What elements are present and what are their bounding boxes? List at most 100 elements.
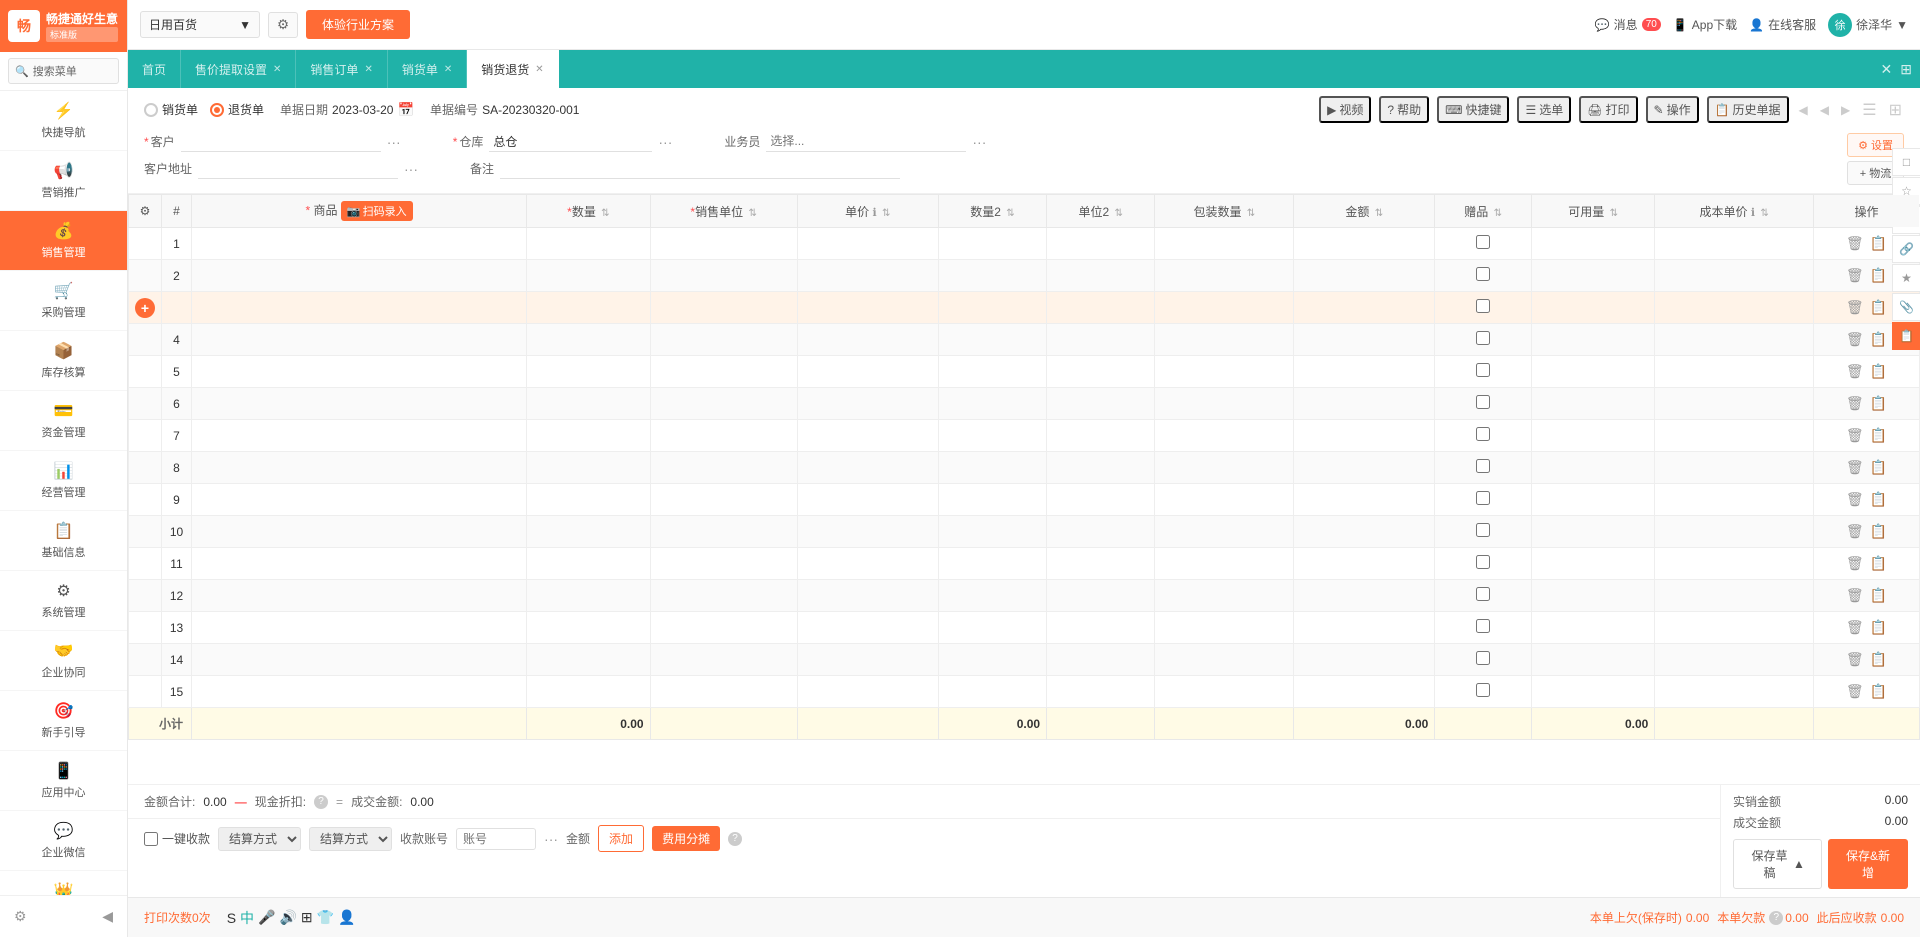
tab-sales-order-close[interactable]: ✕ <box>364 64 372 75</box>
delete-row-7-button[interactable]: 🗑 <box>1846 427 1864 444</box>
product-input-3[interactable] <box>198 300 520 315</box>
delete-row-1-button[interactable]: 🗑 <box>1846 235 1864 252</box>
row-cost-1[interactable] <box>1655 228 1814 260</box>
delete-row-3-button[interactable]: 🗑 <box>1846 299 1864 316</box>
nav-prev[interactable]: ◀ <box>1818 103 1831 117</box>
copy-row-9-button[interactable]: 📋 <box>1870 491 1887 508</box>
row-unit2-2[interactable] <box>1047 260 1155 292</box>
save-new-button[interactable]: 保存&新增 <box>1828 839 1908 889</box>
row-unit2-1[interactable] <box>1047 228 1155 260</box>
copy-row-15-button[interactable]: 📋 <box>1870 683 1887 700</box>
tab-price-extract[interactable]: 售价提取设置 ✕ <box>181 50 296 88</box>
save-draft-button[interactable]: 保存草稿 ▲ <box>1733 839 1822 889</box>
remark-input[interactable] <box>500 158 900 179</box>
qty2-sort-icon[interactable]: ⇅ <box>1006 208 1014 219</box>
warehouse-input[interactable] <box>489 131 652 152</box>
gift-checkbox-2[interactable] <box>1476 267 1490 281</box>
gift-checkbox-3[interactable] <box>1476 299 1490 313</box>
sidebar-item-operations[interactable]: 📊 经营管理 <box>0 451 127 511</box>
unit-sort-icon[interactable]: ⇅ <box>748 208 756 219</box>
right-panel-btn-6[interactable]: 📎 <box>1892 293 1920 321</box>
sidebar-item-wechat[interactable]: 💬 企业微信 <box>0 811 127 871</box>
gift-checkbox-6[interactable] <box>1476 395 1490 409</box>
delete-row-10-button[interactable]: 🗑 <box>1846 523 1864 540</box>
gift-checkbox-15[interactable] <box>1476 683 1490 697</box>
customer-input[interactable] <box>181 131 381 152</box>
settlement-method-select[interactable]: 结算方式 <box>218 827 301 851</box>
customer-picker-btn[interactable]: ··· <box>387 134 401 150</box>
row-qty-2[interactable] <box>527 260 650 292</box>
copy-row-10-button[interactable]: 📋 <box>1870 523 1887 540</box>
delete-row-2-button[interactable]: 🗑 <box>1846 267 1864 284</box>
delete-row-11-button[interactable]: 🗑 <box>1846 555 1864 572</box>
row-avail-2[interactable] <box>1531 260 1654 292</box>
row-gear-3[interactable]: + <box>129 292 162 324</box>
row-product-1[interactable] <box>192 228 527 260</box>
row-gear-1[interactable] <box>129 228 162 260</box>
sidebar-item-member[interactable]: 👑 畅会员 <box>0 871 127 895</box>
row-price-3[interactable] <box>797 292 938 324</box>
row-pack-1[interactable] <box>1155 228 1294 260</box>
row-product-2[interactable] <box>192 260 527 292</box>
shirt-icon[interactable]: 👕 <box>317 909 334 926</box>
row-avail-3[interactable] <box>1531 292 1654 324</box>
history-button[interactable]: 📋 历史单据 <box>1707 96 1789 123</box>
scan-input-button[interactable]: 📷 扫码录入 <box>341 201 413 221</box>
date-picker-button[interactable]: 📅 <box>397 102 414 118</box>
add-row-button[interactable]: + <box>135 298 155 318</box>
row-amount-1[interactable] <box>1294 228 1435 260</box>
row-gift-1[interactable] <box>1435 228 1532 260</box>
avail-sort-icon[interactable]: ⇅ <box>1610 208 1618 219</box>
copy-row-1-button[interactable]: 📋 <box>1870 235 1887 252</box>
delete-row-6-button[interactable]: 🗑 <box>1846 395 1864 412</box>
gift-checkbox-9[interactable] <box>1476 491 1490 505</box>
warehouse-picker-btn[interactable]: ··· <box>658 134 672 150</box>
app-download-button[interactable]: 📱 App下载 <box>1673 16 1737 33</box>
row-unit-3[interactable] <box>650 292 797 324</box>
row-qty2-1[interactable] <box>938 228 1046 260</box>
row-avail-1[interactable] <box>1531 228 1654 260</box>
row-gift-3[interactable] <box>1435 292 1532 324</box>
copy-row-7-button[interactable]: 📋 <box>1870 427 1887 444</box>
row-pack-3[interactable] <box>1155 292 1294 324</box>
row-unit-1[interactable] <box>650 228 797 260</box>
account-picker-btn[interactable]: ··· <box>544 831 558 847</box>
zhong-icon[interactable]: 中 <box>240 908 254 928</box>
sidebar-item-app-center[interactable]: 📱 应用中心 <box>0 751 127 811</box>
delete-row-4-button[interactable]: 🗑 <box>1846 331 1864 348</box>
radio-sales-slip[interactable]: 销货单 <box>144 101 198 118</box>
gift-checkbox-7[interactable] <box>1476 427 1490 441</box>
grid-icon[interactable]: ⊞ <box>301 909 313 926</box>
installment-help-icon[interactable]: ? <box>1769 911 1783 925</box>
operations-button[interactable]: ✎ 操作 <box>1646 96 1699 123</box>
tab-expand-button[interactable]: ⊞ <box>1900 61 1912 78</box>
salesperson-input[interactable] <box>766 131 966 152</box>
trial-button[interactable]: 体验行业方案 <box>306 10 410 39</box>
fee-split-button[interactable]: 费用分摊 <box>652 826 720 851</box>
tab-price-extract-close[interactable]: ✕ <box>273 64 281 75</box>
radio-return-slip[interactable]: 退货单 <box>210 101 264 118</box>
user-menu[interactable]: 徐 徐泽华 ▼ <box>1828 13 1908 37</box>
qty-sort-icon[interactable]: ⇅ <box>601 208 609 219</box>
copy-row-13-button[interactable]: 📋 <box>1870 619 1887 636</box>
copy-row-8-button[interactable]: 📋 <box>1870 459 1887 476</box>
row-unit-2[interactable] <box>650 260 797 292</box>
calc-method-select[interactable]: 结算方式 <box>309 827 392 851</box>
fee-help[interactable]: ? <box>728 832 742 846</box>
amount-sort-icon[interactable]: ⇅ <box>1375 208 1383 219</box>
delete-row-9-button[interactable]: 🗑 <box>1846 491 1864 508</box>
right-panel-btn-1[interactable]: □ <box>1892 148 1920 176</box>
delete-row-8-button[interactable]: 🗑 <box>1846 459 1864 476</box>
gift-checkbox-14[interactable] <box>1476 651 1490 665</box>
print-button[interactable]: 🖨 打印 <box>1579 96 1637 123</box>
sidebar-item-marketing[interactable]: 📢 营销推广 <box>0 151 127 211</box>
sidebar-item-guide[interactable]: 🎯 新手引导 <box>0 691 127 751</box>
tab-home[interactable]: 首页 <box>128 50 181 88</box>
copy-row-14-button[interactable]: 📋 <box>1870 651 1887 668</box>
view-list-icon[interactable]: ☰ <box>1860 100 1878 120</box>
video-help-button[interactable]: ▶ 视频 <box>1319 96 1371 123</box>
row-unit2-3[interactable] <box>1047 292 1155 324</box>
right-panel-btn-4[interactable]: 🔗 <box>1892 235 1920 263</box>
sidebar-item-sales[interactable]: 💰 销售管理 <box>0 211 127 271</box>
row-product-3[interactable] <box>192 292 527 324</box>
